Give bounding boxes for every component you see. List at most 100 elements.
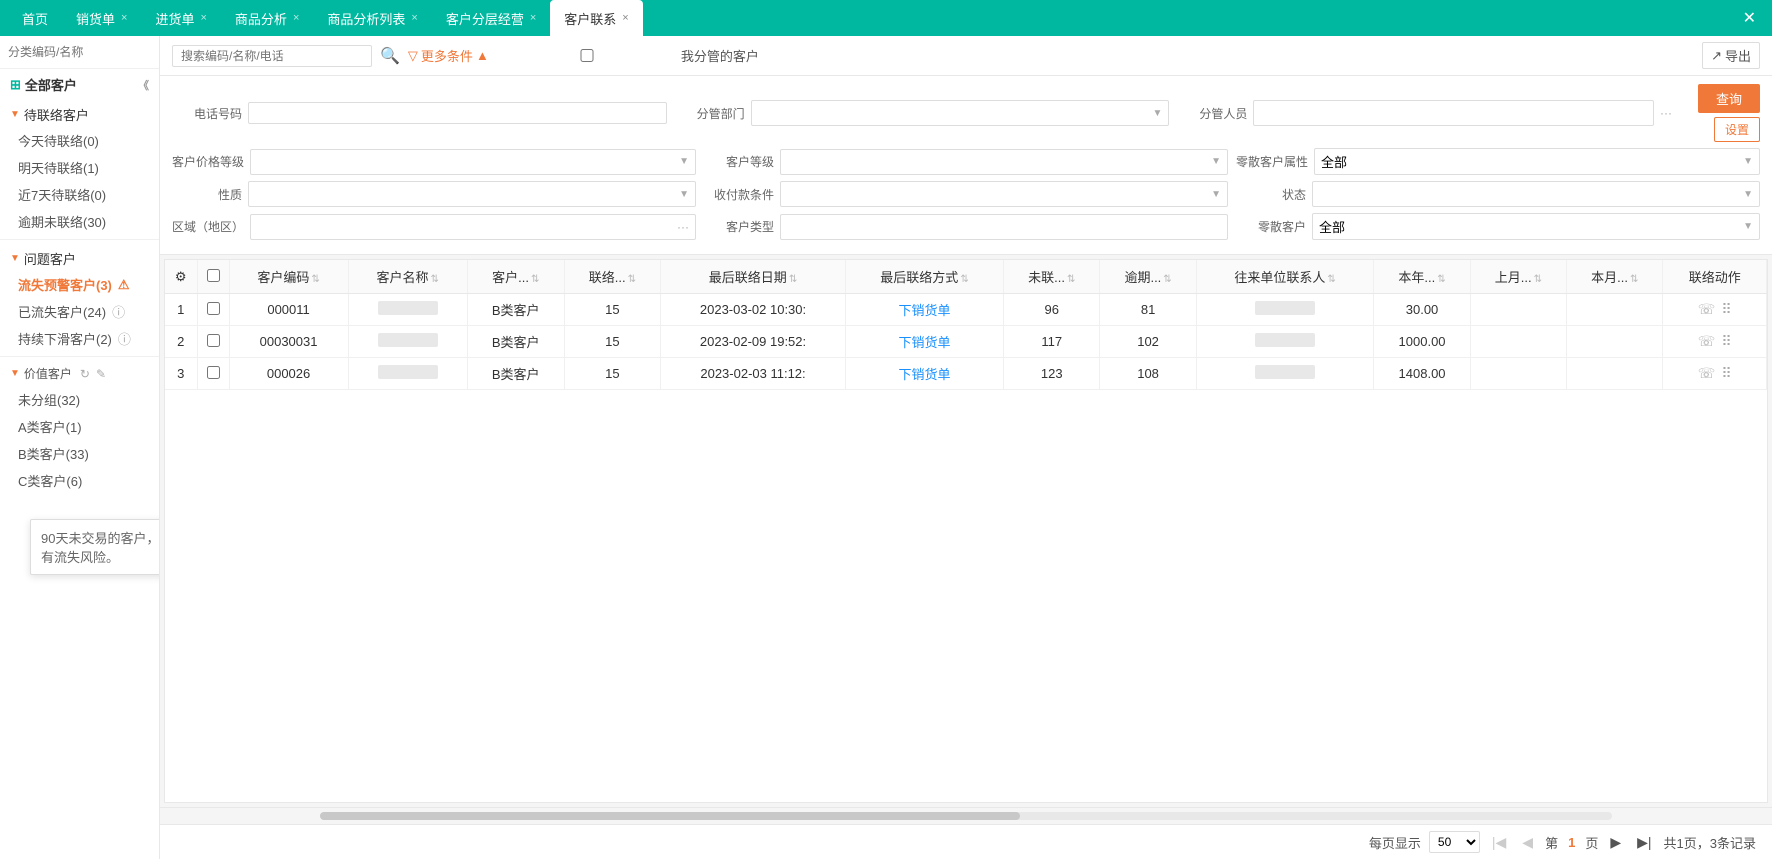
col-this-month[interactable]: 本月...⇅ xyxy=(1567,260,1663,294)
close-icon[interactable]: × xyxy=(622,12,628,24)
all-customers-header[interactable]: ⊞ 全部客户 《 xyxy=(0,69,159,100)
sidebar-item-class-a[interactable]: A类客户(1) xyxy=(0,413,159,440)
contact-action-icon[interactable]: ☏ xyxy=(1698,333,1716,350)
col-year-amt[interactable]: 本年...⇅ xyxy=(1374,260,1470,294)
my-customers-checkbox-label[interactable]: 我分管的客户 xyxy=(497,46,759,65)
row-select-checkbox[interactable] xyxy=(207,302,220,315)
retail-attr-select[interactable]: 全部 ▼ xyxy=(1314,148,1760,175)
more-action-icon[interactable]: ⠿ xyxy=(1721,333,1731,350)
last-page-button[interactable]: ▶| xyxy=(1633,832,1655,853)
col-unlinked[interactable]: 未联...⇅ xyxy=(1004,260,1100,294)
row-checkbox[interactable] xyxy=(197,326,229,358)
contact-action-icon[interactable]: ☏ xyxy=(1698,365,1716,382)
row-select-checkbox[interactable] xyxy=(207,366,220,379)
close-icon[interactable]: × xyxy=(411,12,417,24)
price-level-select[interactable]: ▼ xyxy=(250,149,696,175)
sidebar-item-class-c[interactable]: C类客户(6) xyxy=(0,467,159,494)
tab-sales-order[interactable]: 销货单 × xyxy=(62,0,141,36)
col-type[interactable]: 客户...⇅ xyxy=(467,260,564,294)
col-settings[interactable]: ⚙ xyxy=(165,260,197,294)
edit-icon[interactable]: ✎ xyxy=(96,367,106,381)
manager-select[interactable] xyxy=(1253,100,1654,126)
close-icon[interactable]: × xyxy=(293,12,299,24)
col-name[interactable]: 客户名称⇅ xyxy=(348,260,467,294)
tab-product-analysis-list[interactable]: 商品分析列表 × xyxy=(313,0,431,36)
col-last-date[interactable]: 最后联络日期⇅ xyxy=(661,260,846,294)
col-contact-person[interactable]: 往来单位联系人⇅ xyxy=(1196,260,1374,294)
next-page-button[interactable]: ▶ xyxy=(1606,832,1625,853)
sidebar-item-declining[interactable]: 持续下滑客户(2) ⓘ xyxy=(0,325,159,352)
close-icon[interactable]: × xyxy=(121,12,127,24)
refresh-icon[interactable]: ↻ xyxy=(80,367,90,381)
sort-icon: ⇅ xyxy=(1327,274,1335,285)
close-icon[interactable]: × xyxy=(530,12,536,24)
customer-level-select[interactable]: ▼ xyxy=(780,149,1228,175)
col-last-month[interactable]: 上月...⇅ xyxy=(1470,260,1566,294)
first-page-button[interactable]: |◀ xyxy=(1488,832,1510,853)
tab-product-analysis[interactable]: 商品分析 × xyxy=(221,0,313,36)
row-last-method[interactable]: 下销货单 xyxy=(845,326,1003,358)
group-value-customer[interactable]: ▼ 价值客户 ↻ ✎ xyxy=(0,361,159,386)
sidebar-item-today[interactable]: 今天待联络(0) xyxy=(0,127,159,154)
sidebar-item-ungroup[interactable]: 未分组(32) xyxy=(0,386,159,413)
last-method-link[interactable]: 下销货单 xyxy=(899,367,951,382)
row-checkbox[interactable] xyxy=(197,294,229,326)
export-button[interactable]: ↗ 导出 xyxy=(1702,42,1760,69)
more-icon[interactable]: ··· xyxy=(1660,106,1672,120)
more-icon[interactable]: ··· xyxy=(677,220,689,234)
tab-home[interactable]: 首页 xyxy=(8,0,62,36)
dept-select[interactable]: ▼ xyxy=(751,100,1170,126)
sidebar-item-churn-warning[interactable]: 流失预警客户(3) ⚠ xyxy=(0,271,159,298)
contact-action-icon[interactable]: ☏ xyxy=(1698,301,1716,318)
nature-select[interactable]: ▼ xyxy=(248,181,696,207)
region-select[interactable]: ··· xyxy=(250,214,696,240)
sidebar-item-class-b[interactable]: B类客户(33) xyxy=(0,440,159,467)
prev-page-button[interactable]: ◀ xyxy=(1518,832,1537,853)
more-action-icon[interactable]: ⠿ xyxy=(1721,301,1731,318)
search-button[interactable]: 🔍 xyxy=(380,46,400,66)
last-method-link[interactable]: 下销货单 xyxy=(899,303,951,318)
col-overdue[interactable]: 逾期...⇅ xyxy=(1100,260,1196,294)
group-pending-contact-label: 待联络客户 xyxy=(24,105,89,124)
group-problem-customer[interactable]: ▼ 问题客户 xyxy=(0,244,159,271)
page-size-select[interactable]: 50 100 200 xyxy=(1429,831,1480,853)
more-conditions-button[interactable]: ▽ 更多条件 ▲ xyxy=(408,46,489,65)
retail-customer-select[interactable]: 全部 ▼ xyxy=(1312,213,1760,240)
row-last-method[interactable]: 下销货单 xyxy=(845,294,1003,326)
select-all-checkbox[interactable] xyxy=(207,269,220,282)
window-close-button[interactable]: ✕ xyxy=(1735,4,1764,32)
sidebar-item-7days[interactable]: 近7天待联络(0) xyxy=(0,181,159,208)
row-select-checkbox[interactable] xyxy=(207,334,220,347)
customer-type-select[interactable] xyxy=(780,214,1228,240)
payment-select[interactable]: ▼ xyxy=(780,181,1228,207)
filter-row-3: 性质 ▼ 收付款条件 ▼ 状态 ▼ xyxy=(172,181,1760,207)
status-select[interactable]: ▼ xyxy=(1312,181,1760,207)
my-customers-checkbox[interactable] xyxy=(497,49,677,62)
col-checkbox[interactable] xyxy=(197,260,229,294)
tab-customer-contact[interactable]: 客户联系 × xyxy=(550,0,642,36)
horizontal-scrollbar[interactable] xyxy=(160,807,1772,824)
scrollbar-thumb[interactable] xyxy=(320,812,1020,820)
tab-customer-tier[interactable]: 客户分层经营 × xyxy=(432,0,550,36)
row-checkbox[interactable] xyxy=(197,358,229,390)
sidebar-search-input[interactable] xyxy=(8,45,160,59)
query-button[interactable]: 查询 xyxy=(1698,84,1760,113)
filter-retail-attr: 零散客户属性 全部 ▼ xyxy=(1236,148,1760,175)
settings-button[interactable]: 设置 xyxy=(1714,117,1760,142)
close-icon[interactable]: × xyxy=(200,12,206,24)
sort-icon: ⇅ xyxy=(1163,274,1171,285)
col-last-method[interactable]: 最后联络方式⇅ xyxy=(845,260,1003,294)
more-action-icon[interactable]: ⠿ xyxy=(1721,365,1731,382)
search-input[interactable] xyxy=(172,45,372,67)
sidebar-item-churned[interactable]: 已流失客户(24) ⓘ xyxy=(0,298,159,325)
col-code[interactable]: 客户编码⇅ xyxy=(229,260,348,294)
phone-input[interactable] xyxy=(248,102,667,124)
sidebar-item-overdue[interactable]: 逾期未联络(30) xyxy=(0,208,159,235)
col-contact-count[interactable]: 联络...⇅ xyxy=(564,260,660,294)
group-pending-contact[interactable]: ▼ 待联络客户 xyxy=(0,100,159,127)
sidebar-item-tomorrow[interactable]: 明天待联络(1) xyxy=(0,154,159,181)
row-last-method[interactable]: 下销货单 xyxy=(845,358,1003,390)
row-contact-count: 15 xyxy=(564,358,660,390)
last-method-link[interactable]: 下销货单 xyxy=(899,335,951,350)
tab-purchase-order[interactable]: 进货单 × xyxy=(141,0,220,36)
